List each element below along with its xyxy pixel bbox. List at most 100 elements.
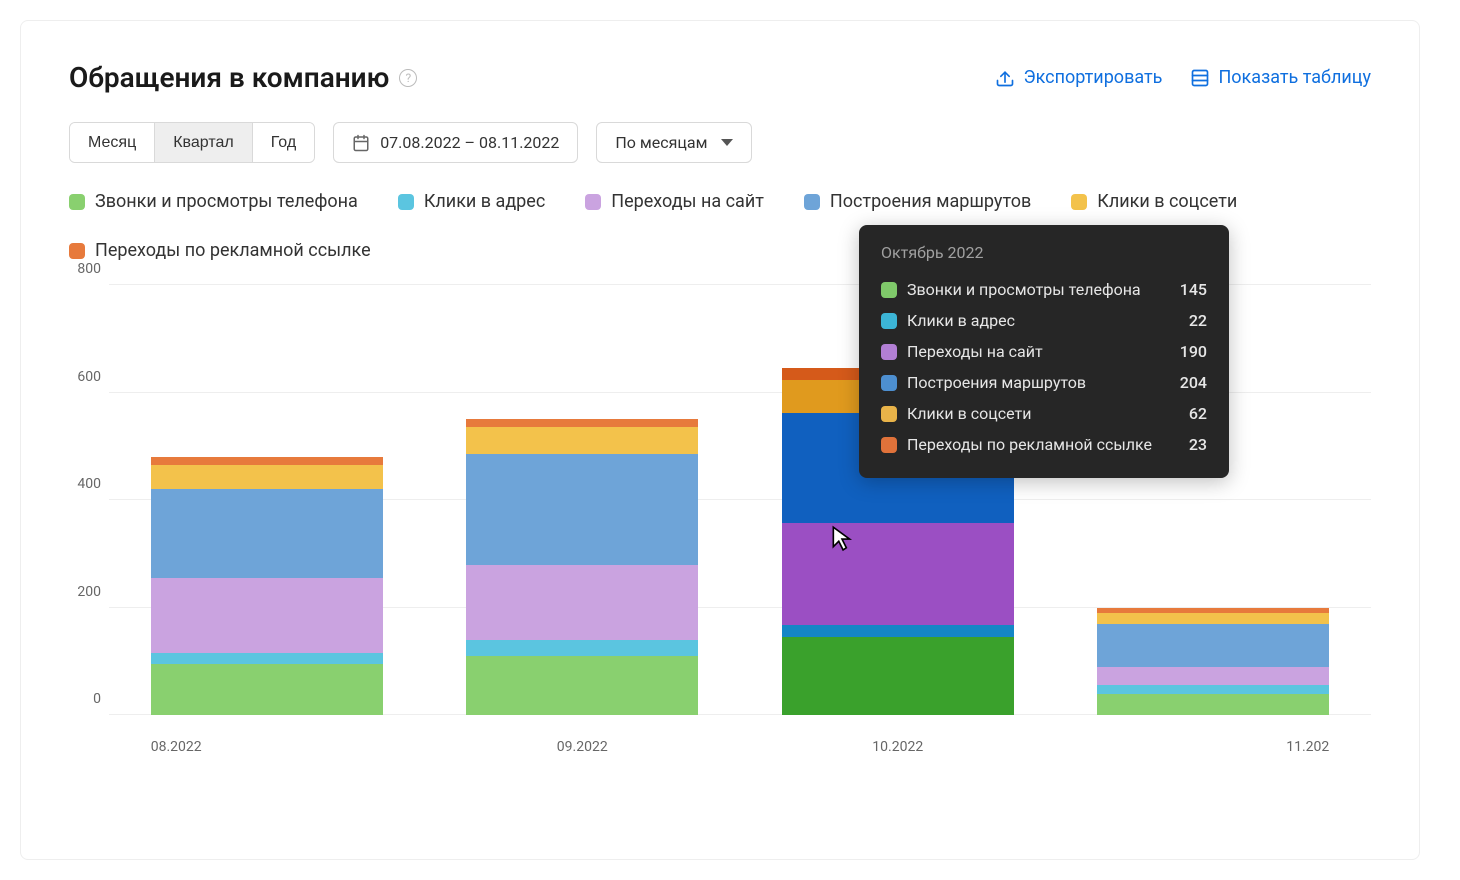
chart-area: 0200400600800 08.202209.202210.202211.20…	[69, 285, 1371, 755]
legend-label: Клики в соцсети	[1097, 191, 1237, 212]
controls-row: Месяц Квартал Год 07.08.2022 – 08.11.202…	[69, 122, 1371, 163]
bar-seg-address	[1097, 685, 1329, 693]
chevron-down-icon	[721, 139, 733, 146]
tooltip-row-label: Клики в адрес	[907, 311, 1179, 330]
tooltip-row-address: Клики в адрес 22	[881, 305, 1207, 336]
date-range-picker[interactable]: 07.08.2022 – 08.11.2022	[333, 122, 578, 163]
y-tick: 800	[77, 261, 101, 277]
show-table-button[interactable]: Показать таблицу	[1190, 67, 1371, 88]
legend-label: Переходы на сайт	[611, 191, 764, 212]
legend-item-address[interactable]: Клики в адрес	[398, 191, 545, 212]
y-tick: 0	[93, 691, 101, 707]
bar-09.2022[interactable]	[466, 419, 698, 715]
bar-11.202[interactable]	[1097, 608, 1329, 716]
period-month-button[interactable]: Месяц	[70, 123, 155, 162]
bar-seg-address	[151, 653, 383, 664]
tooltip-swatch	[881, 282, 897, 298]
legend-swatch	[804, 194, 820, 210]
tooltip-row-value: 62	[1189, 404, 1207, 423]
tooltip-swatch	[881, 344, 897, 360]
period-quarter-button[interactable]: Квартал	[155, 123, 252, 162]
bar-seg-calls	[466, 656, 698, 715]
chart-tooltip: Октябрь 2022 Звонки и просмотры телефона…	[859, 225, 1229, 478]
tooltip-swatch	[881, 437, 897, 453]
bar-seg-routes	[466, 454, 698, 564]
legend-item-calls[interactable]: Звонки и просмотры телефона	[69, 191, 358, 212]
tooltip-row-adlink: Переходы по рекламной ссылке 23	[881, 429, 1207, 460]
tooltip-row-value: 190	[1180, 342, 1207, 361]
tooltip-swatch	[881, 375, 897, 391]
analytics-panel: Обращения в компанию ? Экспортировать По…	[20, 20, 1420, 860]
tooltip-row-social: Клики в соцсети 62	[881, 398, 1207, 429]
tooltip-row-value: 22	[1189, 311, 1207, 330]
x-axis-labels: 08.2022 09.2022 10.2022 11.202	[109, 739, 1371, 755]
tooltip-title: Октябрь 2022	[881, 243, 1207, 262]
legend-item-adlink[interactable]: Переходы по рекламной ссылке	[69, 240, 371, 261]
calendar-icon	[352, 134, 370, 152]
x-label: 09.2022	[466, 739, 698, 755]
tooltip-rows: Звонки и просмотры телефона145Клики в ад…	[881, 274, 1207, 460]
bar-08.2022[interactable]	[151, 457, 383, 715]
bar-seg-site	[1097, 667, 1329, 686]
tooltip-row-value: 23	[1189, 435, 1207, 454]
show-table-label: Показать таблицу	[1218, 67, 1371, 88]
legend-item-site[interactable]: Переходы на сайт	[585, 191, 764, 212]
export-icon	[995, 68, 1015, 88]
y-tick: 600	[77, 369, 101, 385]
bar-seg-site	[466, 565, 698, 640]
date-range-value: 07.08.2022 – 08.11.2022	[380, 133, 559, 152]
legend-swatch	[69, 194, 85, 210]
x-label: 08.2022	[151, 739, 383, 755]
legend-swatch	[398, 194, 414, 210]
y-tick: 400	[77, 476, 101, 492]
granularity-dropdown[interactable]: По месяцам	[596, 122, 752, 163]
tooltip-row-label: Построения маршрутов	[907, 373, 1170, 392]
granularity-value: По месяцам	[615, 133, 707, 152]
legend-label: Переходы по рекламной ссылке	[95, 240, 371, 261]
bar-seg-calls	[151, 664, 383, 715]
title-wrap: Обращения в компанию ?	[69, 61, 417, 94]
header-row: Обращения в компанию ? Экспортировать По…	[69, 61, 1371, 94]
page-title: Обращения в компанию	[69, 61, 389, 94]
bar-seg-address	[782, 625, 1014, 637]
y-tick: 200	[77, 584, 101, 600]
export-label: Экспортировать	[1023, 67, 1162, 88]
bar-seg-calls	[1097, 694, 1329, 716]
bar-seg-social	[151, 465, 383, 489]
period-segmented: Месяц Квартал Год	[69, 122, 315, 163]
tooltip-row-label: Переходы на сайт	[907, 342, 1170, 361]
help-icon[interactable]: ?	[399, 69, 417, 87]
bar-seg-site	[782, 523, 1014, 625]
bar-seg-calls	[782, 637, 1014, 715]
period-year-button[interactable]: Год	[253, 123, 314, 162]
tooltip-row-value: 204	[1180, 373, 1207, 392]
bar-seg-site	[151, 578, 383, 653]
tooltip-swatch	[881, 406, 897, 422]
tooltip-row-label: Клики в соцсети	[907, 404, 1179, 423]
legend-label: Звонки и просмотры телефона	[95, 191, 358, 212]
legend-swatch	[69, 243, 85, 259]
bar-seg-social	[466, 427, 698, 454]
table-icon	[1190, 68, 1210, 88]
y-axis: 0200400600800	[69, 285, 109, 715]
legend-item-social[interactable]: Клики в соцсети	[1071, 191, 1237, 212]
bar-seg-routes	[151, 489, 383, 578]
bar-seg-adlink	[151, 457, 383, 465]
tooltip-row-site: Переходы на сайт 190	[881, 336, 1207, 367]
bar-seg-routes	[1097, 624, 1329, 667]
tooltip-row-routes: Построения маршрутов 204	[881, 367, 1207, 398]
bar-seg-adlink	[466, 419, 698, 427]
tooltip-row-label: Звонки и просмотры телефона	[907, 280, 1170, 299]
tooltip-swatch	[881, 313, 897, 329]
tooltip-row-calls: Звонки и просмотры телефона145	[881, 274, 1207, 305]
x-label: 11.202	[1097, 739, 1329, 755]
x-label: 10.2022	[782, 739, 1014, 755]
legend-label: Клики в адрес	[424, 191, 545, 212]
legend-item-routes[interactable]: Построения маршрутов	[804, 191, 1031, 212]
export-button[interactable]: Экспортировать	[995, 67, 1162, 88]
header-actions: Экспортировать Показать таблицу	[995, 67, 1371, 88]
legend-swatch	[585, 194, 601, 210]
legend-label: Построения маршрутов	[830, 191, 1031, 212]
legend-swatch	[1071, 194, 1087, 210]
tooltip-row-label: Переходы по рекламной ссылке	[907, 435, 1179, 454]
